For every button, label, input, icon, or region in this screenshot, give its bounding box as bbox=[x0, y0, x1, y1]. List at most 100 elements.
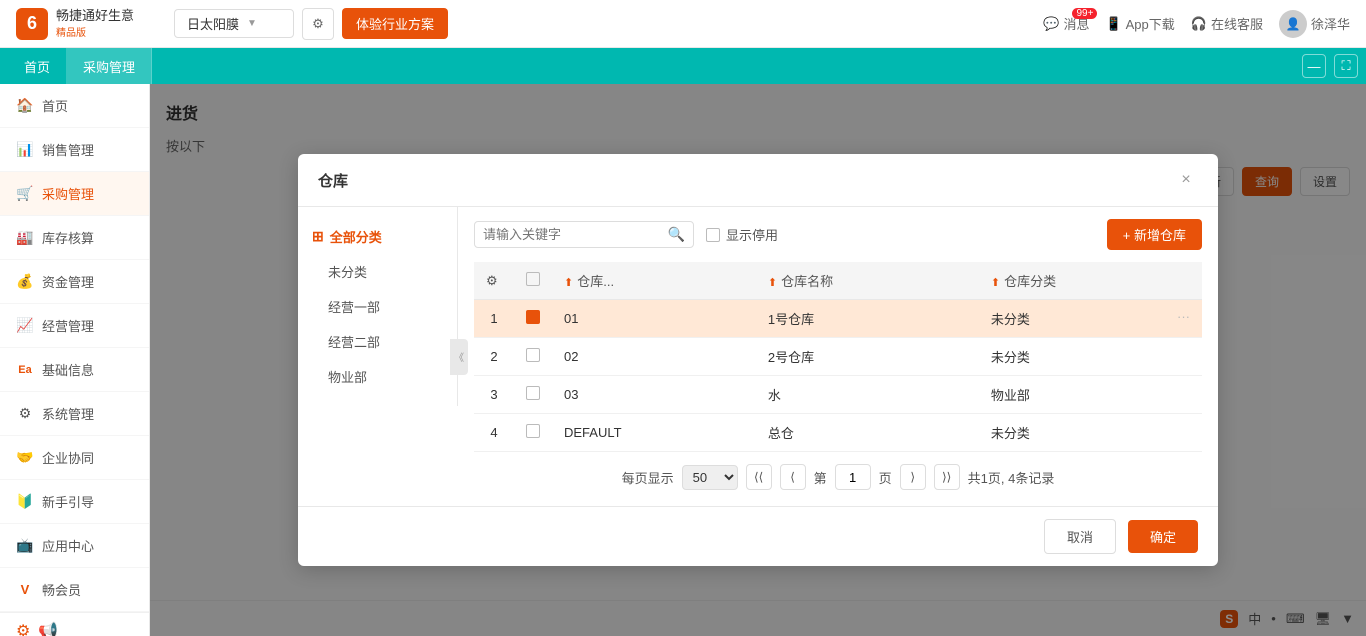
sort-name-icon: ⬆ bbox=[768, 277, 777, 289]
sidebar-item-home[interactable]: 🏠 首页 bbox=[0, 84, 149, 128]
table-row[interactable]: 2 02 2号仓库 未分类 bbox=[474, 338, 1202, 376]
system-icon: ⚙ bbox=[16, 405, 34, 423]
category-panel: ⊞ 全部分类 未分类 经营一部 经营二部 物业部 bbox=[298, 207, 458, 406]
top-header: 6 畅捷通好生意 精品版 日太阳膜 ▼ ⚙ 体验行业方案 💬 消息 99+ 📱 … bbox=[0, 0, 1366, 48]
row-checkbox[interactable] bbox=[514, 300, 552, 338]
page-prefix-label: 第 bbox=[814, 468, 827, 487]
sort-cat-icon: ⬆ bbox=[991, 277, 1000, 289]
gear-button[interactable]: ⚙ bbox=[302, 8, 334, 40]
category-item-property[interactable]: 物业部 bbox=[298, 359, 457, 394]
trial-button[interactable]: 体验行业方案 bbox=[342, 8, 448, 39]
prev-page-btn[interactable]: ⟨ bbox=[780, 464, 806, 490]
category-item-unclassified[interactable]: 未分类 bbox=[298, 254, 457, 289]
dialog-close-button[interactable]: × bbox=[1174, 168, 1198, 192]
first-page-btn[interactable]: ⟨⟨ bbox=[746, 464, 772, 490]
add-warehouse-button[interactable]: + 新增仓库 bbox=[1107, 219, 1202, 250]
sidebar-item-purchase[interactable]: 🛒 采购管理 bbox=[0, 172, 149, 216]
sidebar-item-sales[interactable]: 📊 销售管理 bbox=[0, 128, 149, 172]
table-container: ⚙ ⬆仓库... ⬆仓库名称 ⬆仓库分类 1 01 bbox=[474, 262, 1202, 452]
col-settings: ⚙ bbox=[474, 262, 514, 300]
row-num: 3 bbox=[474, 376, 514, 414]
avatar: 👤 bbox=[1279, 10, 1307, 38]
page-input[interactable] bbox=[835, 464, 871, 490]
nav-expand-btn[interactable]: ⛶ bbox=[1334, 54, 1358, 78]
row-checkbox-input[interactable] bbox=[526, 310, 540, 324]
app-download-item[interactable]: 📱 App下载 bbox=[1105, 14, 1174, 33]
row-name: 水 bbox=[756, 376, 979, 414]
table-row[interactable]: 4 DEFAULT 总仓 未分类 bbox=[474, 414, 1202, 452]
col-checkbox bbox=[514, 262, 552, 300]
sidebar-item-apps[interactable]: 📺 应用中心 bbox=[0, 524, 149, 568]
category-all[interactable]: ⊞ 全部分类 bbox=[298, 219, 457, 254]
dialog-body: ⊞ 全部分类 未分类 经营一部 经营二部 物业部 《 bbox=[298, 207, 1218, 506]
logo-text: 畅捷通好生意 精品版 bbox=[56, 8, 134, 40]
sidebar-item-finance[interactable]: 💰 资金管理 bbox=[0, 260, 149, 304]
sidebar-item-guide[interactable]: 🔰 新手引导 bbox=[0, 480, 149, 524]
category-item-op2[interactable]: 经营二部 bbox=[298, 324, 457, 359]
sort-code-icon: ⬆ bbox=[564, 277, 573, 289]
purchase-icon: 🛒 bbox=[16, 185, 34, 203]
category-collapse-btn[interactable]: 《 bbox=[450, 339, 468, 375]
col-name: ⬆仓库名称 bbox=[756, 262, 979, 300]
avatar-icon: 👤 bbox=[1286, 17, 1301, 31]
category-grid-icon: ⊞ bbox=[312, 228, 324, 245]
next-page-btn[interactable]: ⟩ bbox=[900, 464, 926, 490]
guide-icon: 🔰 bbox=[16, 493, 34, 511]
row-checkbox-input[interactable] bbox=[526, 348, 540, 362]
col-settings-icon[interactable]: ⚙ bbox=[486, 273, 498, 288]
per-page-label: 每页显示 bbox=[622, 468, 674, 487]
sidebar-bottom-icon2[interactable]: 📢 bbox=[38, 621, 58, 636]
sidebar-item-inventory[interactable]: 🏭 库存核算 bbox=[0, 216, 149, 260]
first-page-icon: ⟨⟨ bbox=[754, 470, 763, 484]
show-disabled-checkbox[interactable] bbox=[706, 228, 720, 242]
cancel-button[interactable]: 取消 bbox=[1044, 519, 1116, 554]
sidebar-item-cooperation[interactable]: 🤝 企业协同 bbox=[0, 436, 149, 480]
prev-page-icon: ⟨ bbox=[790, 470, 795, 484]
header-checkbox[interactable] bbox=[526, 272, 540, 286]
operations-icon: 📈 bbox=[16, 317, 34, 335]
apps-icon: 📺 bbox=[16, 537, 34, 555]
basics-icon: Ea bbox=[16, 361, 34, 379]
app-download-label: App下载 bbox=[1126, 14, 1175, 33]
online-service-item[interactable]: 🎧 在线客服 bbox=[1191, 14, 1263, 33]
messages-item[interactable]: 💬 消息 99+ bbox=[1043, 14, 1089, 33]
last-page-icon: ⟩⟩ bbox=[942, 470, 951, 484]
sidebar-item-system[interactable]: ⚙ 系统管理 bbox=[0, 392, 149, 436]
row-code: DEFAULT bbox=[552, 414, 756, 452]
page-size-select[interactable]: 50 100 200 bbox=[682, 465, 738, 490]
row-checkbox[interactable] bbox=[514, 414, 552, 452]
table-row[interactable]: 1 01 1号仓库 未分类··· bbox=[474, 300, 1202, 338]
row-checkbox-input[interactable] bbox=[526, 424, 540, 438]
sidebar-item-basics[interactable]: Ea 基础信息 bbox=[0, 348, 149, 392]
user-name: 徐泽华 bbox=[1311, 14, 1350, 33]
sidebar-bottom-icon1[interactable]: ⚙ bbox=[16, 621, 30, 636]
row-checkbox-input[interactable] bbox=[526, 386, 540, 400]
nav-minimize-btn[interactable]: — bbox=[1302, 54, 1326, 78]
search-input[interactable] bbox=[483, 227, 668, 242]
row-checkbox[interactable] bbox=[514, 338, 552, 376]
dialog-header: 仓库 × bbox=[298, 154, 1218, 207]
sales-icon: 📊 bbox=[16, 141, 34, 159]
row-action-dots[interactable]: ··· bbox=[1177, 309, 1190, 324]
store-selector[interactable]: 日太阳膜 ▼ bbox=[174, 9, 294, 38]
show-disabled-toggle[interactable]: 显示停用 bbox=[706, 225, 778, 244]
user-item[interactable]: 👤 徐泽华 bbox=[1279, 10, 1350, 38]
row-code: 02 bbox=[552, 338, 756, 376]
row-name: 1号仓库 bbox=[756, 300, 979, 338]
last-page-btn[interactable]: ⟩⟩ bbox=[934, 464, 960, 490]
dialog-footer: 取消 确定 bbox=[298, 506, 1218, 566]
table-row[interactable]: 3 03 水 物业部 bbox=[474, 376, 1202, 414]
row-name: 总仓 bbox=[756, 414, 979, 452]
nav-tab-purchase[interactable]: 采购管理 bbox=[67, 48, 152, 84]
sidebar-item-operations[interactable]: 📈 经营管理 bbox=[0, 304, 149, 348]
home-icon: 🏠 bbox=[16, 97, 34, 115]
modal-overlay: 仓库 × ⊞ 全部分类 未分类 经营一部 经营 bbox=[150, 84, 1366, 636]
confirm-button[interactable]: 确定 bbox=[1128, 520, 1198, 553]
sidebar-item-vip[interactable]: V 畅会员 bbox=[0, 568, 149, 612]
nav-tab-home[interactable]: 首页 bbox=[8, 48, 67, 84]
nav-bar: 首页 采购管理 — ⛶ bbox=[0, 48, 1366, 84]
category-item-op1[interactable]: 经营一部 bbox=[298, 289, 457, 324]
finance-icon: 💰 bbox=[16, 273, 34, 291]
row-category: 未分类··· bbox=[979, 300, 1202, 338]
row-checkbox[interactable] bbox=[514, 376, 552, 414]
